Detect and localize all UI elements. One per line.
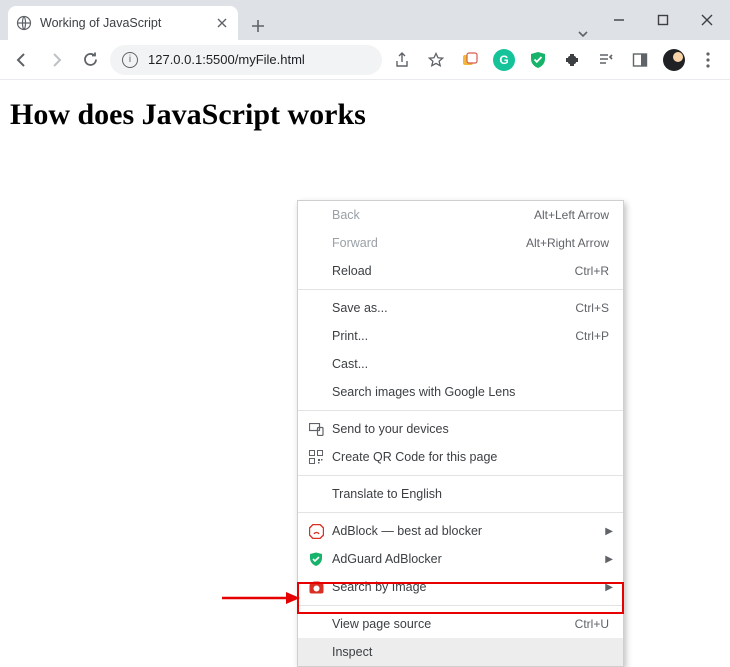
- context-menu-item[interactable]: ForwardAlt+Right Arrow: [298, 229, 623, 257]
- context-menu-item[interactable]: Translate to English: [298, 480, 623, 508]
- context-menu-item[interactable]: Print...Ctrl+P: [298, 322, 623, 350]
- context-menu-item[interactable]: ReloadCtrl+R: [298, 257, 623, 285]
- reading-list-icon[interactable]: [592, 46, 620, 74]
- side-panel-icon[interactable]: [626, 46, 654, 74]
- context-menu-label: Translate to English: [332, 487, 609, 501]
- adblock-icon: [308, 523, 324, 539]
- tab-search-icon[interactable]: [566, 28, 600, 40]
- context-menu-item[interactable]: BackAlt+Left Arrow: [298, 201, 623, 229]
- context-menu-item[interactable]: View page sourceCtrl+U: [298, 610, 623, 638]
- context-menu-label: View page source: [332, 617, 575, 631]
- extensions-icon[interactable]: [558, 46, 586, 74]
- context-menu-separator: [298, 289, 623, 290]
- context-menu-label: AdBlock — best ad blocker: [332, 524, 609, 538]
- minimize-button[interactable]: [600, 6, 638, 34]
- context-menu-label: Cast...: [332, 357, 609, 371]
- window-controls: [600, 0, 730, 40]
- context-menu-shortcut: Ctrl+U: [575, 617, 609, 631]
- context-menu-item[interactable]: AdBlock — best ad blocker▶: [298, 517, 623, 545]
- address-bar[interactable]: i 127.0.0.1:5500/myFile.html: [110, 45, 382, 75]
- context-menu-shortcut: Ctrl+R: [575, 264, 609, 278]
- context-menu-item[interactable]: Send to your devices: [298, 415, 623, 443]
- maximize-button[interactable]: [644, 6, 682, 34]
- browser-toolbar: i 127.0.0.1:5500/myFile.html G: [0, 40, 730, 80]
- context-menu-label: Reload: [332, 264, 575, 278]
- titlebar: Working of JavaScript: [0, 0, 730, 40]
- qr-icon: [308, 449, 324, 465]
- page-content: How does JavaScript works: [0, 80, 730, 150]
- context-menu-shortcut: Alt+Right Arrow: [526, 236, 609, 250]
- tab-title: Working of JavaScript: [40, 16, 206, 30]
- context-menu-separator: [298, 410, 623, 411]
- context-menu-item[interactable]: Cast...: [298, 350, 623, 378]
- context-menu-shortcut: Alt+Left Arrow: [534, 208, 609, 222]
- adguard-icon: [308, 551, 324, 567]
- context-menu-label: Save as...: [332, 301, 575, 315]
- back-button[interactable]: [8, 46, 36, 74]
- extension-grammarly-icon[interactable]: G: [490, 46, 518, 74]
- context-menu-item[interactable]: Inspect: [298, 638, 623, 666]
- site-info-icon[interactable]: i: [122, 52, 138, 68]
- profile-avatar[interactable]: [660, 46, 688, 74]
- context-menu-label: AdGuard AdBlocker: [332, 552, 609, 566]
- annotation-arrow: [222, 590, 302, 606]
- annotation-highlight-box: [297, 582, 624, 614]
- chevron-right-icon: ▶: [605, 526, 613, 537]
- close-window-button[interactable]: [688, 6, 726, 34]
- context-menu-label: Send to your devices: [332, 422, 609, 436]
- globe-icon: [16, 15, 32, 31]
- new-tab-button[interactable]: [244, 12, 272, 40]
- context-menu-label: Inspect: [332, 645, 609, 659]
- context-menu-label: Print...: [332, 329, 575, 343]
- forward-button[interactable]: [42, 46, 70, 74]
- reload-button[interactable]: [76, 46, 104, 74]
- context-menu-item[interactable]: Search images with Google Lens: [298, 378, 623, 406]
- context-menu-label: Search images with Google Lens: [332, 385, 609, 399]
- context-menu-label: Forward: [332, 236, 526, 250]
- context-menu-item[interactable]: Save as...Ctrl+S: [298, 294, 623, 322]
- page-heading: How does JavaScript works: [10, 98, 720, 132]
- devices-icon: [308, 421, 324, 437]
- url-text: 127.0.0.1:5500/myFile.html: [148, 52, 370, 67]
- context-menu-item[interactable]: AdGuard AdBlocker▶: [298, 545, 623, 573]
- context-menu-separator: [298, 512, 623, 513]
- extension-adguard-icon[interactable]: [524, 46, 552, 74]
- context-menu-shortcut: Ctrl+P: [575, 329, 609, 343]
- tab-close-icon[interactable]: [214, 15, 230, 31]
- context-menu-label: Back: [332, 208, 534, 222]
- bookmark-icon[interactable]: [422, 46, 450, 74]
- chevron-right-icon: ▶: [605, 554, 613, 565]
- context-menu-shortcut: Ctrl+S: [575, 301, 609, 315]
- active-tab[interactable]: Working of JavaScript: [8, 6, 238, 40]
- share-icon[interactable]: [388, 46, 416, 74]
- kebab-menu-icon[interactable]: [694, 46, 722, 74]
- context-menu-separator: [298, 475, 623, 476]
- context-menu-item[interactable]: Create QR Code for this page: [298, 443, 623, 471]
- context-menu-label: Create QR Code for this page: [332, 450, 609, 464]
- extension-translate-icon[interactable]: [456, 46, 484, 74]
